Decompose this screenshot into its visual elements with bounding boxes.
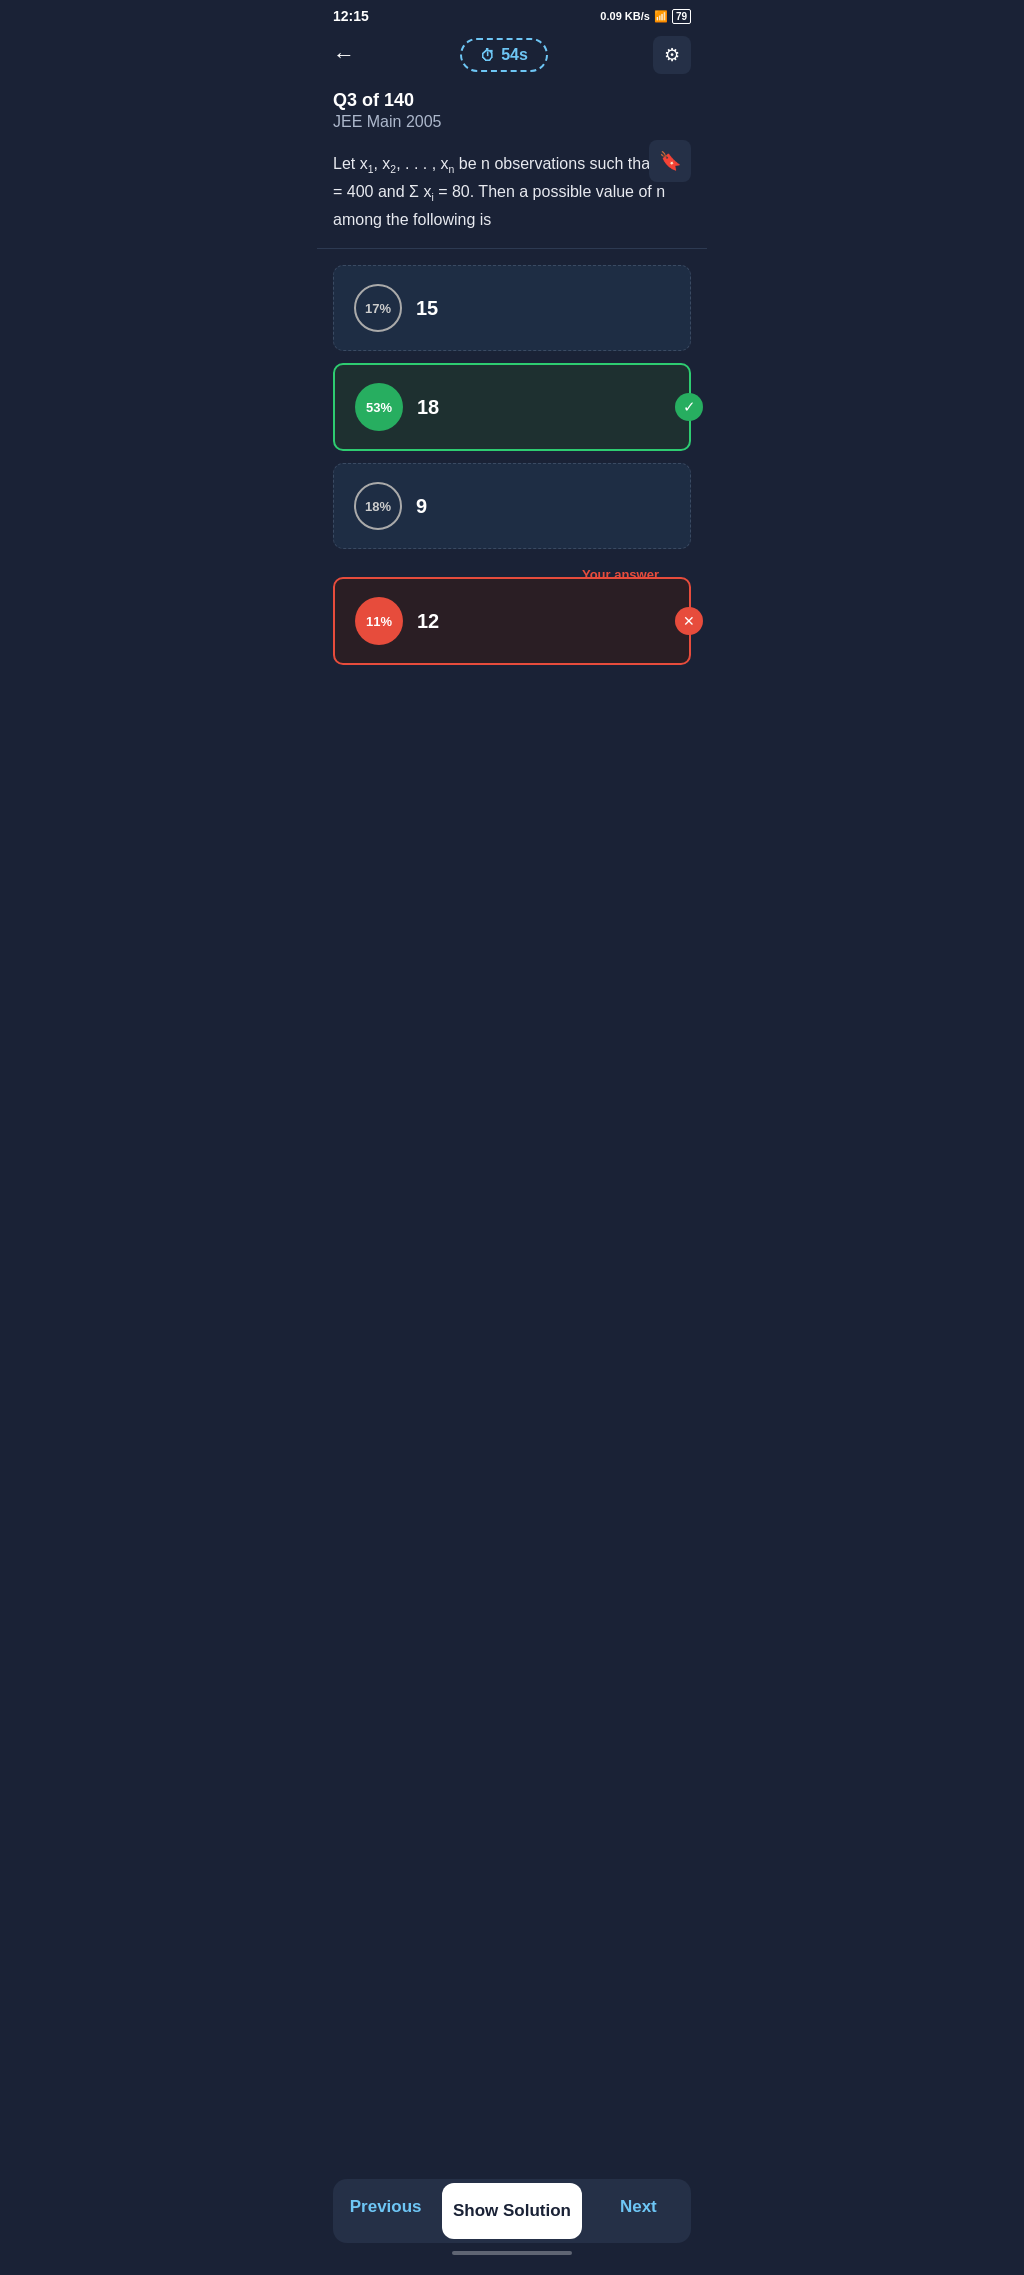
timer-icon: ⏱ <box>480 47 495 64</box>
option-b-percentage: 53% <box>355 383 403 431</box>
wifi-icon: 📶 <box>654 10 668 23</box>
question-source: JEE Main 2005 <box>333 113 691 131</box>
top-nav: ← ⏱ 54s ⚙ <box>317 28 707 86</box>
wrong-cross: ✕ <box>675 607 703 635</box>
back-button[interactable]: ← <box>333 42 355 68</box>
option-a-percentage: 17% <box>354 284 402 332</box>
timer-value: 54s <box>501 46 528 64</box>
gear-icon: ⚙ <box>664 44 680 66</box>
time-display: 12:15 <box>333 8 369 24</box>
option-b[interactable]: 53% 18 ✓ <box>333 363 691 451</box>
option-d-percentage: 11% <box>355 597 403 645</box>
bookmark-icon: 🔖 <box>659 150 681 172</box>
question-header: Q3 of 140 JEE Main 2005 <box>317 86 707 151</box>
option-a[interactable]: 17% 15 <box>333 265 691 351</box>
question-content: Let x1, x2, . . . , xn be n observations… <box>333 151 691 232</box>
correct-checkmark: ✓ <box>675 393 703 421</box>
network-speed: 0.09 KB/s <box>600 10 650 22</box>
bookmark-button[interactable]: 🔖 <box>649 140 691 182</box>
option-c[interactable]: 18% 9 <box>333 463 691 549</box>
option-a-value: 15 <box>416 297 438 320</box>
status-right: 0.09 KB/s 📶 79 <box>600 9 691 24</box>
option-c-value: 9 <box>416 495 427 518</box>
settings-button[interactable]: ⚙ <box>653 36 691 74</box>
timer-badge: ⏱ 54s <box>460 38 548 72</box>
your-answer-label: Your answer <box>582 567 659 582</box>
status-bar: 12:15 0.09 KB/s 📶 79 <box>317 0 707 28</box>
options-container: 17% 15 53% 18 ✓ 18% 9 Your answer 11% 12… <box>317 249 707 665</box>
option-c-percentage: 18% <box>354 482 402 530</box>
option-b-value: 18 <box>417 396 439 419</box>
battery-indicator: 79 <box>672 9 691 24</box>
option-d-value: 12 <box>417 610 439 633</box>
question-counter: Q3 of 140 <box>333 90 691 111</box>
option-d[interactable]: Your answer 11% 12 ✕ <box>333 577 691 665</box>
